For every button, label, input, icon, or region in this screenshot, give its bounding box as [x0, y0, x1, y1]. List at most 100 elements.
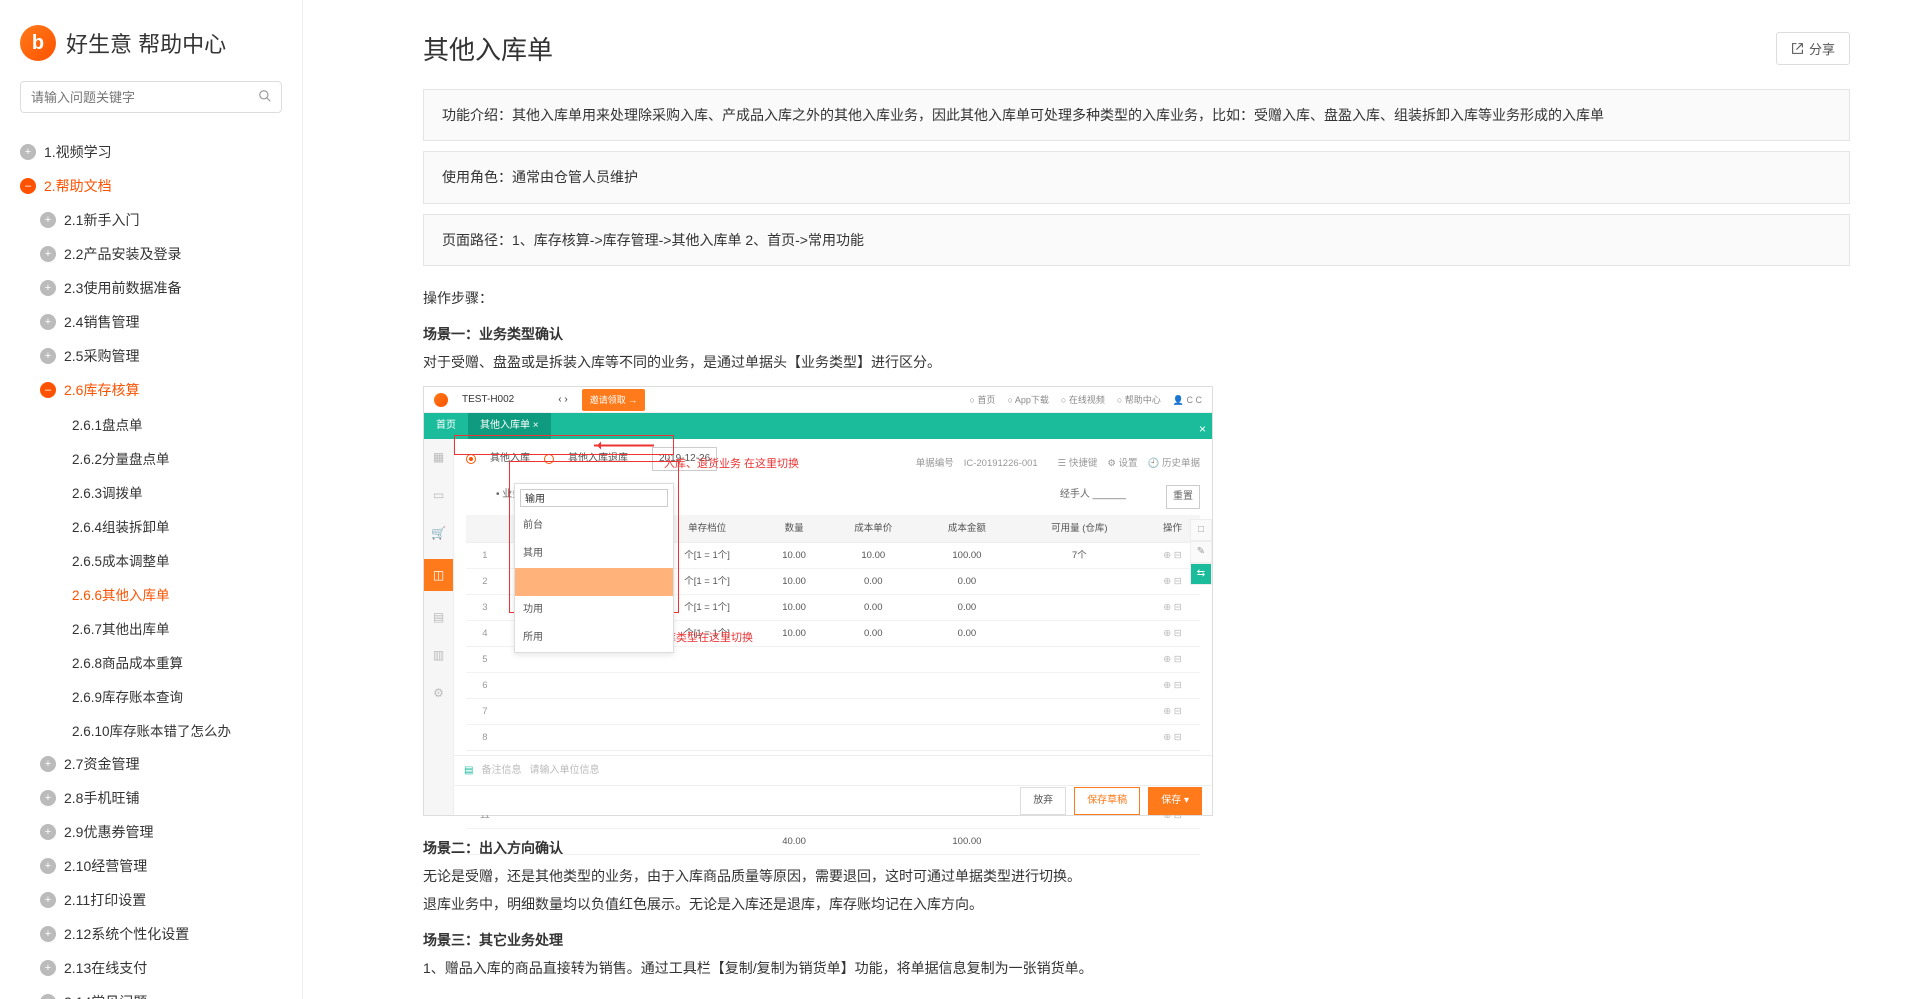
- shot-logo-icon: [434, 393, 448, 407]
- scene1-title: 场景一：业务类型确认: [423, 320, 1850, 348]
- shot-topbar: TEST-H002 ‹ › 邀请领取 → ○ 首页○ App下载○ 在线视频○ …: [424, 387, 1212, 413]
- nav-item[interactable]: +2.8手机旺铺: [20, 781, 282, 815]
- page-title: 其他入库单: [423, 30, 553, 67]
- nav-item[interactable]: 2.6.4组装拆卸单: [20, 509, 282, 543]
- reset-button: 重置: [1166, 485, 1200, 509]
- cart-icon: 🛒: [431, 521, 446, 545]
- total-amt: 100.00: [920, 829, 1014, 855]
- scene2-text1: 无论是受赠，还是其他类型的业务，由于入库商品质量等原因，需要退回，这时可通过单据…: [423, 862, 1850, 890]
- nav-item[interactable]: 2.6.9库存账本查询: [20, 679, 282, 713]
- content: 操作步骤： 场景一：业务类型确认 对于受赠、盘盈或是拆装入库等不同的业务，是通过…: [423, 284, 1850, 982]
- nav-item[interactable]: –2.帮助文档: [20, 169, 282, 203]
- expand-icon: +: [40, 960, 56, 976]
- shot-rail: ▦ ▭ 🛒 ◫ ▤ ▥ ⚙: [424, 439, 454, 815]
- ql-1: 设置: [1119, 458, 1138, 469]
- nav-item[interactable]: +2.7资金管理: [20, 747, 282, 781]
- intro-label: 功能介绍：: [442, 107, 512, 123]
- biztype-dropdown: 输用 前台其用 功用所用: [514, 483, 674, 653]
- nav-item[interactable]: +2.5采购管理: [20, 339, 282, 373]
- expand-icon: +: [40, 280, 56, 296]
- nav-item[interactable]: +2.2产品安装及登录: [20, 237, 282, 271]
- collapse-icon: –: [40, 382, 56, 398]
- nav-item[interactable]: +2.1新手入门: [20, 203, 282, 237]
- nav-item-label: 2.6.3调拨单: [72, 482, 143, 502]
- nav-item-label: 2.9优惠券管理: [64, 822, 153, 842]
- nav-item-label: 2.6.7其他出库单: [72, 618, 170, 638]
- shot-docno: IC-20191226-001: [964, 454, 1038, 473]
- search-input[interactable]: [20, 81, 282, 113]
- nav-item[interactable]: +2.12系统个性化设置: [20, 917, 282, 951]
- close-icon: ×: [1199, 417, 1206, 441]
- shot-tab-current: 其他入库单 ×: [468, 413, 551, 439]
- intro-text: 其他入库单用来处理除采购入库、产成品入库之外的其他入库业务，因此其他入库单可处理…: [512, 107, 1604, 123]
- shot-invite-button: 邀请领取 →: [582, 389, 646, 411]
- scene3-text: 1、赠品入库的商品直接转为销售。通过工具栏【复制/复制为销货单】功能，将单据信息…: [423, 954, 1850, 982]
- nav-item[interactable]: 2.6.3调拨单: [20, 475, 282, 509]
- nav-item[interactable]: +2.4销售管理: [20, 305, 282, 339]
- nav-item-label: 2.11打印设置: [64, 890, 146, 910]
- intro-box: 功能介绍：其他入库单用来处理除采购入库、产成品入库之外的其他入库业务，因此其他入…: [423, 89, 1850, 141]
- nav-item-label: 2.13在线支付: [64, 958, 147, 978]
- expand-icon: +: [40, 926, 56, 942]
- nav-item-label: 2.1新手入门: [64, 210, 139, 230]
- scene2-text2: 退库业务中，明细数量均以负值红色展示。无论是入库还是退库，库存账均记在入库方向。: [423, 890, 1850, 918]
- nav-item-label: 1.视频学习: [44, 142, 112, 162]
- nav-item[interactable]: –2.6库存核算: [20, 373, 282, 407]
- nav-item[interactable]: 2.6.6其他入库单: [20, 577, 282, 611]
- memo-label: 备注信息: [481, 761, 521, 781]
- nav-item[interactable]: 2.6.7其他出库单: [20, 611, 282, 645]
- expand-icon: +: [20, 144, 36, 160]
- sidebar: b 好生意 帮助中心 +1.视频学习–2.帮助文档+2.1新手入门+2.2产品安…: [0, 0, 303, 999]
- annotation-text-1: 入库、退货业务 在这里切换: [664, 453, 799, 475]
- nav-item[interactable]: 2.6.5成本调整单: [20, 543, 282, 577]
- handler-label: 经手人: [1060, 489, 1090, 500]
- expand-icon: +: [40, 858, 56, 874]
- radio-return-label: 其他入库退库: [568, 449, 628, 469]
- expand-icon: +: [40, 246, 56, 262]
- path-text: 1、库存核算->库存管理->其他入库单 2、首页->常用功能: [512, 232, 864, 248]
- expand-icon: +: [40, 790, 56, 806]
- expand-icon: +: [40, 824, 56, 840]
- nav-item[interactable]: +1.视频学习: [20, 135, 282, 169]
- search-icon[interactable]: [258, 89, 272, 106]
- nav-item[interactable]: 2.6.8商品成本重算: [20, 645, 282, 679]
- nav-item-label: 2.帮助文档: [44, 176, 112, 196]
- expand-icon: +: [40, 314, 56, 330]
- main: 其他入库单 分享 功能介绍：其他入库单用来处理除采购入库、产成品入库之外的其他入…: [303, 0, 1920, 999]
- btn-draft: 保存草稿: [1074, 787, 1140, 815]
- nav-item-label: 2.6.9库存账本查询: [72, 686, 183, 706]
- logo-icon: b: [20, 25, 56, 61]
- ql-2: 历史单据: [1162, 458, 1200, 469]
- dropdown-input: 输用: [520, 489, 668, 507]
- expand-icon: +: [40, 348, 56, 364]
- nav-item[interactable]: 2.6.2分量盘点单: [20, 441, 282, 475]
- share-button[interactable]: 分享: [1776, 32, 1850, 65]
- nav-item[interactable]: 2.6.10库存账本错了怎么办: [20, 713, 282, 747]
- scene3-title: 场景三：其它业务处理: [423, 926, 1850, 954]
- role-text: 通常由仓管人员维护: [512, 169, 638, 185]
- nav-item-label: 2.6.5成本调整单: [72, 550, 170, 570]
- nav-item-label: 2.4销售管理: [64, 312, 139, 332]
- nav-item-label: 2.6.10库存账本错了怎么办: [72, 720, 231, 740]
- nav-item[interactable]: +2.10经营管理: [20, 849, 282, 883]
- role-label: 使用角色：: [442, 169, 512, 185]
- box-icon: ◫: [424, 559, 453, 591]
- brand-name: 好生意 帮助中心: [66, 27, 226, 59]
- nav-item-label: 2.6库存核算: [64, 380, 139, 400]
- file-icon: ▭: [433, 483, 444, 507]
- doc-icon: ▤: [433, 605, 444, 629]
- nav-item[interactable]: 2.6.1盘点单: [20, 407, 282, 441]
- nav-item[interactable]: +2.3使用前数据准备: [20, 271, 282, 305]
- shot-docno-label: 单据编号: [916, 454, 954, 473]
- expand-icon: +: [40, 892, 56, 908]
- nav-item[interactable]: +2.9优惠券管理: [20, 815, 282, 849]
- role-box: 使用角色：通常由仓管人员维护: [423, 151, 1850, 203]
- nav-item[interactable]: +2.11打印设置: [20, 883, 282, 917]
- nav-item-label: 2.8手机旺铺: [64, 788, 139, 808]
- nav-item[interactable]: +2.13在线支付: [20, 951, 282, 985]
- scene1-text: 对于受赠、盘盈或是拆装入库等不同的业务，是通过单据头【业务类型】进行区分。: [423, 348, 1850, 376]
- nav-item[interactable]: +2.14常见问题: [20, 985, 282, 999]
- memo-placeholder: 请输入单位信息: [529, 761, 599, 781]
- radio-in-label: 其他入库: [490, 449, 530, 469]
- btn-discard: 放弃: [1020, 787, 1066, 815]
